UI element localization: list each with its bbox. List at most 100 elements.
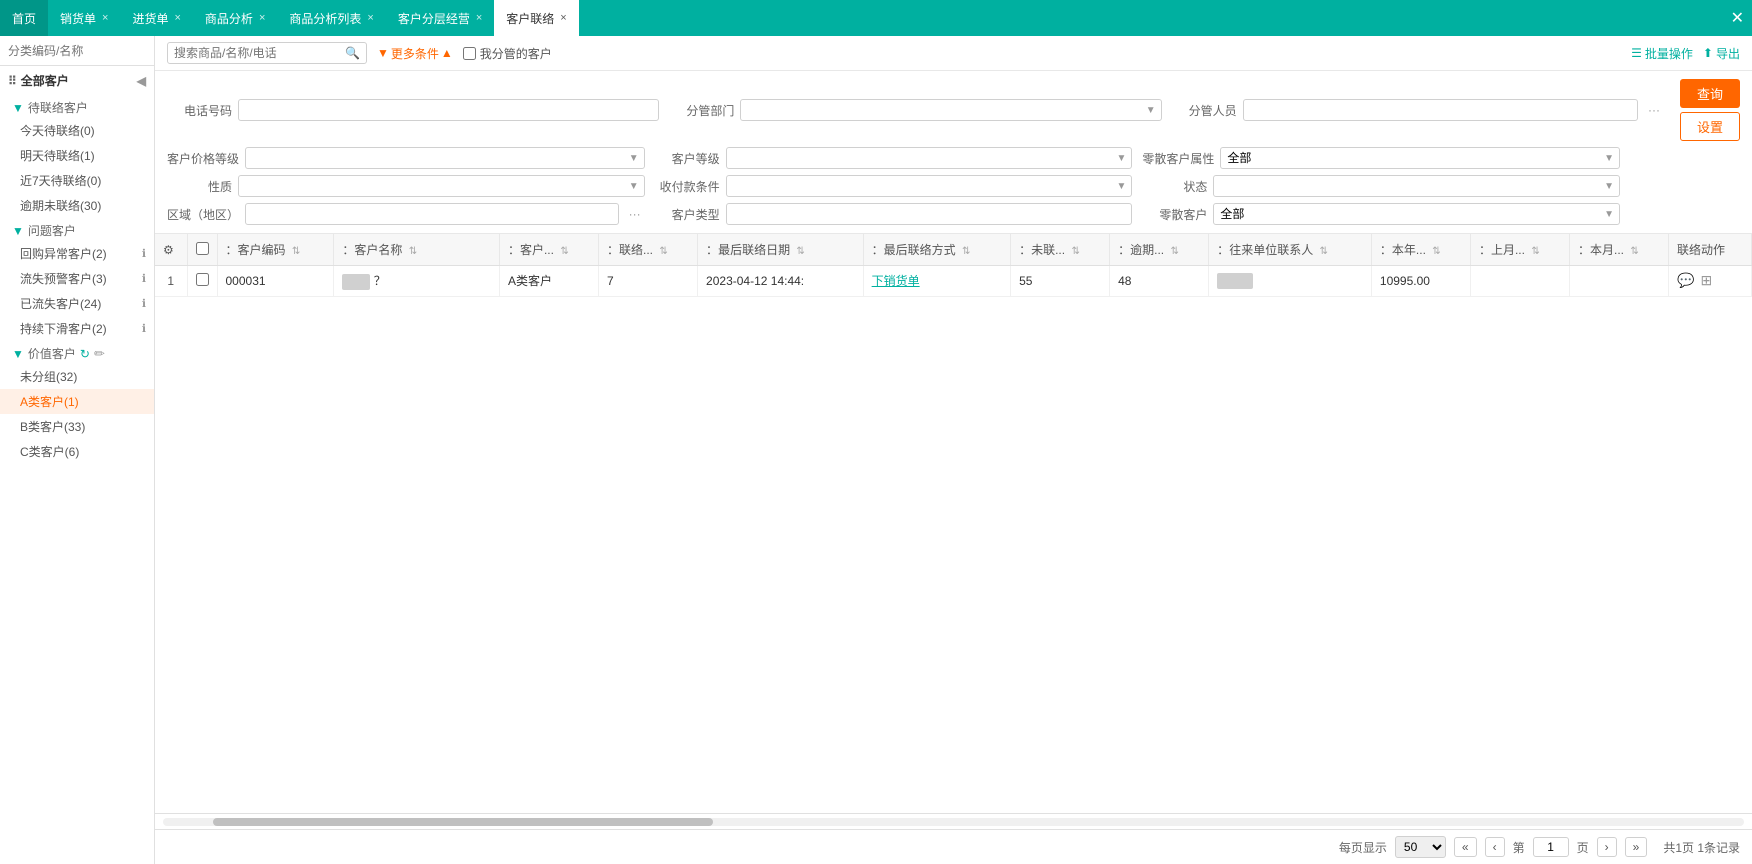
close-all-tabs[interactable]: ✕ — [1731, 8, 1744, 28]
more-conditions-btn[interactable]: ▼ 更多条件 ▲ — [377, 45, 453, 62]
status-select-wrap: ▼ — [1213, 175, 1620, 197]
filter-bar-right: ☰ 批量操作 ⬆ 导出 — [1631, 45, 1740, 62]
filter-cell-dept: 分管部门 ▼ — [669, 99, 1171, 121]
sort-code-icon[interactable]: ⇅ — [292, 246, 300, 257]
next-page-btn[interactable]: › — [1597, 837, 1617, 857]
sidebar-item-7days[interactable]: 近7天待联络(0) — [0, 168, 154, 193]
batch-op-button[interactable]: ☰ 批量操作 — [1631, 45, 1693, 62]
value-customer-group[interactable]: ▼ 价值客户 ↻ ✏ — [0, 341, 154, 364]
last-way-link[interactable]: 下销货单 — [872, 274, 920, 288]
nav-tab-purchase[interactable]: 进货单 × — [120, 0, 192, 36]
sidebar-item-churn-warning[interactable]: 流失预警客户(3) ℹ — [0, 266, 154, 291]
sort-person-icon[interactable]: ⇅ — [1320, 246, 1328, 257]
collapse-sidebar-icon[interactable]: ◀ — [137, 74, 146, 88]
nav-tab-goods-analysis-list[interactable]: 商品分析列表 × — [277, 0, 385, 36]
sidebar-item-repurchase-anomaly[interactable]: 回购异常客户(2) ℹ — [0, 241, 154, 266]
expand-icon-3: ▼ — [12, 347, 24, 361]
scatter-attr-select[interactable]: 全部 — [1220, 147, 1620, 169]
select-all-checkbox[interactable] — [196, 242, 209, 255]
close-customer-layer-tab[interactable]: × — [476, 12, 482, 24]
main-search-input[interactable] — [174, 46, 345, 60]
sidebar-item-ungroup[interactable]: 未分组(32) — [0, 364, 154, 389]
top-nav: 首页 销货单 × 进货单 × 商品分析 × 商品分析列表 × 客户分层经营 × … — [0, 0, 1752, 36]
sort-overdue-icon[interactable]: ⇅ — [1171, 246, 1179, 257]
page-number-input[interactable] — [1533, 837, 1569, 857]
sort-uncontacted-icon[interactable]: ⇅ — [1071, 246, 1079, 257]
horizontal-scrollbar[interactable] — [163, 818, 1744, 826]
sidebar-item-overdue[interactable]: 逾期未联络(30) — [0, 193, 154, 218]
nav-tab-customer-contact[interactable]: 客户联络 × — [494, 0, 578, 36]
my-customers-checkbox[interactable] — [463, 47, 476, 60]
region-dots-btn[interactable]: ··· — [625, 207, 645, 221]
scatter-customer-select-wrap: 全部 ▼ — [1213, 203, 1620, 225]
main-search-icon[interactable]: 🔍 — [345, 46, 360, 60]
manager-dots-btn[interactable]: ··· — [1644, 103, 1664, 117]
query-button[interactable]: 查询 — [1680, 79, 1740, 108]
region-input[interactable] — [245, 203, 619, 225]
nav-tab-customer-layer[interactable]: 客户分层经营 × — [386, 0, 494, 36]
sort-month-icon[interactable]: ⇅ — [1630, 246, 1638, 257]
nav-tab-sales[interactable]: 销货单 × — [48, 0, 120, 36]
pending-contact-group[interactable]: ▼ 待联络客户 — [0, 95, 154, 118]
customer-level-select[interactable] — [726, 147, 1133, 169]
close-purchase-tab[interactable]: × — [174, 12, 180, 24]
sidebar-item-b-class[interactable]: B类客户(33) — [0, 414, 154, 439]
sort-year-icon[interactable]: ⇅ — [1432, 246, 1440, 257]
sidebar-item-declining[interactable]: 持续下滑客户(2) ℹ — [0, 316, 154, 341]
customer-type-input[interactable] — [726, 203, 1133, 225]
close-goods-analysis-tab[interactable]: × — [259, 12, 265, 24]
sort-way-icon[interactable]: ⇅ — [962, 246, 970, 257]
dept-select-wrap: ▼ — [740, 99, 1161, 121]
dept-select[interactable] — [740, 99, 1161, 121]
edit-group-icon[interactable]: ✏ — [94, 346, 105, 362]
export-button[interactable]: ⬆ 导出 — [1703, 45, 1740, 62]
sidebar-search-input[interactable] — [8, 44, 155, 58]
sort-name-icon[interactable]: ⇅ — [409, 246, 417, 257]
scatter-customer-select[interactable]: 全部 — [1213, 203, 1620, 225]
phone-input[interactable] — [238, 99, 659, 121]
chat-icon[interactable]: 💬 — [1677, 272, 1694, 289]
last-page-btn[interactable]: » — [1625, 837, 1648, 857]
setting-button[interactable]: 设置 — [1680, 112, 1740, 141]
manager-input[interactable] — [1243, 99, 1638, 121]
sort-contact-icon[interactable]: ⇅ — [659, 246, 667, 257]
close-goods-analysis-list-tab[interactable]: × — [367, 12, 373, 24]
nav-tab-home[interactable]: 首页 — [0, 0, 48, 36]
prev-page-btn[interactable]: ‹ — [1485, 837, 1505, 857]
sort-last-month-icon[interactable]: ⇅ — [1531, 246, 1539, 257]
close-sales-tab[interactable]: × — [102, 12, 108, 24]
nature-select[interactable] — [238, 175, 645, 197]
scrollbar-thumb[interactable] — [213, 818, 713, 826]
sidebar-item-tomorrow[interactable]: 明天待联络(1) — [0, 143, 154, 168]
sidebar-item-churned[interactable]: 已流失客户(24) ℹ — [0, 291, 154, 316]
sort-type-icon[interactable]: ⇅ — [560, 246, 568, 257]
sidebar-item-a-class[interactable]: A类客户(1) — [0, 389, 154, 414]
row-checkbox[interactable] — [196, 273, 209, 286]
row-last-month — [1470, 266, 1569, 297]
info-icon-3: ℹ — [142, 297, 146, 310]
sidebar-item-today[interactable]: 今天待联络(0) — [0, 118, 154, 143]
problem-customer-group[interactable]: ▼ 问题客户 — [0, 218, 154, 241]
col-name: ：客户名称 ⇅ — [334, 234, 500, 266]
qr-icon[interactable]: ⊞ — [1700, 272, 1712, 289]
status-select[interactable] — [1213, 175, 1620, 197]
info-icon-1: ℹ — [142, 247, 146, 260]
batch-op-icon: ☰ — [1631, 46, 1642, 60]
page-size-label: 每页显示 — [1339, 839, 1387, 856]
close-customer-contact-tab[interactable]: × — [560, 12, 566, 24]
all-customers-header[interactable]: ⠿ 全部客户 ◀ — [0, 66, 154, 95]
first-page-btn[interactable]: « — [1454, 837, 1477, 857]
status-label: 状态 — [1142, 178, 1207, 195]
col-checkbox — [187, 234, 217, 266]
col-settings[interactable]: ⚙ — [155, 234, 187, 266]
price-level-select[interactable] — [245, 147, 645, 169]
payment-select[interactable] — [726, 175, 1133, 197]
nav-tab-goods-analysis[interactable]: 商品分析 × — [193, 0, 277, 36]
data-table: ⚙ ：客户编码 ⇅ ：客户名称 ⇅ — [155, 234, 1752, 297]
refresh-icon[interactable]: ↻ — [80, 347, 90, 361]
table-row: 1 000031 ？ A类客户 7 2023-04-12 14:44: — [155, 266, 1752, 297]
sort-date-icon[interactable]: ⇅ — [796, 246, 804, 257]
settings-icon[interactable]: ⚙ — [163, 243, 174, 257]
page-size-select[interactable]: 50 10 20 100 — [1395, 836, 1446, 858]
sidebar-item-c-class[interactable]: C类客户(6) — [0, 439, 154, 464]
